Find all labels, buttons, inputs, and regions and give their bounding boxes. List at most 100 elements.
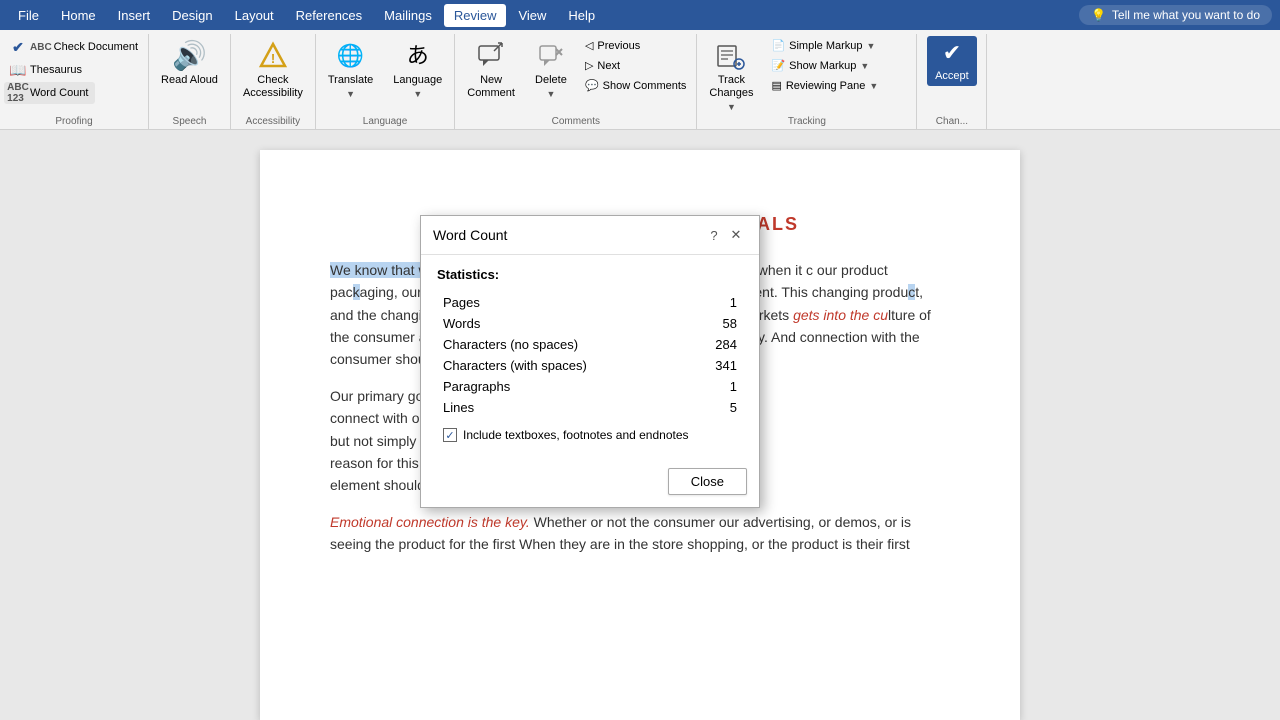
proofing-group: ✔ ABC Check Document 📖 Thesaurus ABC123 …	[0, 34, 149, 129]
menu-home[interactable]: Home	[51, 4, 106, 27]
stat-paragraphs: Paragraphs 1	[437, 376, 743, 397]
word-count-label: Word Count	[30, 87, 89, 99]
check-accessibility-button[interactable]: ! CheckAccessibility	[235, 36, 311, 104]
document-area: MARKETING SEGMENT GOALS We know that whe…	[0, 130, 1280, 720]
changes-group: ✔ Accept Chan...	[917, 34, 987, 129]
dialog-help-button[interactable]: ?	[703, 224, 725, 246]
stat-chars-with-spaces-value: 341	[689, 355, 743, 376]
comments-label: Comments	[455, 116, 696, 127]
delete-icon	[535, 40, 567, 72]
show-markup-icon: 📝	[771, 59, 785, 72]
word-count-dialog: Word Count ? ✕ Statistics: Pages 1 Words…	[420, 215, 760, 508]
language-icon: あ	[402, 40, 434, 72]
proofing-label: Proofing	[0, 116, 148, 127]
comments-group: NewComment Delete ▼ ◁ Previous	[455, 34, 697, 129]
stat-paragraphs-label: Paragraphs	[437, 376, 689, 397]
check-accessibility-label: CheckAccessibility	[243, 74, 303, 100]
menu-references[interactable]: References	[286, 4, 372, 27]
accept-icon: ✔	[943, 40, 961, 66]
ribbon: ✔ ABC Check Document 📖 Thesaurus ABC123 …	[0, 30, 1280, 130]
simple-markup-icon: 📄	[771, 39, 785, 52]
language-label: Language	[316, 116, 454, 127]
translate-button[interactable]: 🌐 Translate ▼	[320, 36, 381, 104]
language-button[interactable]: あ Language ▼	[385, 36, 450, 104]
stat-chars-no-spaces-value: 284	[689, 334, 743, 355]
thesaurus-button[interactable]: 📖 Thesaurus	[4, 59, 88, 81]
show-comments-icon: 💬	[585, 79, 599, 92]
check-document-icon: ✔	[10, 39, 26, 55]
speech-group: 🔊 Read Aloud Speech	[149, 34, 231, 129]
reviewing-pane-icon: ▤	[771, 79, 781, 92]
reviewing-pane-button[interactable]: ▤ Reviewing Pane ▼	[765, 76, 884, 95]
thesaurus-icon: 📖	[10, 62, 26, 78]
stat-words: Words 58	[437, 313, 743, 334]
dialog-overlay: Word Count ? ✕ Statistics: Pages 1 Words…	[0, 130, 1280, 720]
tell-me-bar[interactable]: 💡 Tell me what you want to do	[1079, 5, 1272, 25]
check-document-label: Check Document	[54, 41, 138, 53]
reviewing-pane-label: Reviewing Pane	[786, 80, 866, 92]
word-count-icon: ABC123	[10, 85, 26, 101]
delete-button[interactable]: Delete ▼	[527, 36, 575, 104]
nav-col: ◁ Previous ▷ Next 💬 Show Comments	[579, 36, 692, 95]
read-aloud-icon: 🔊	[173, 40, 205, 72]
include-textboxes-label: Include textboxes, footnotes and endnote…	[463, 428, 689, 442]
track-changes-label: TrackChanges	[709, 74, 753, 100]
previous-button[interactable]: ◁ Previous	[579, 36, 692, 55]
language-arrow: ▼	[413, 89, 422, 100]
menu-layout[interactable]: Layout	[225, 4, 284, 27]
accept-button[interactable]: ✔ Accept	[927, 36, 977, 86]
translate-arrow: ▼	[346, 89, 355, 100]
stat-paragraphs-value: 1	[689, 376, 743, 397]
accessibility-group: ! CheckAccessibility Accessibility	[231, 34, 316, 129]
dialog-title-bar: Word Count ? ✕	[421, 216, 759, 255]
show-markup-label: Show Markup	[789, 60, 856, 72]
previous-icon: ◁	[585, 39, 593, 52]
translate-icon: 🌐	[335, 40, 367, 72]
svg-text:!: !	[271, 51, 275, 66]
read-aloud-label: Read Aloud	[161, 74, 218, 87]
simple-markup-button[interactable]: 📄 Simple Markup ▼	[765, 36, 884, 55]
menu-bar: File Home Insert Design Layout Reference…	[0, 0, 1280, 30]
dialog-close-x-button[interactable]: ✕	[725, 224, 747, 246]
track-changes-icon	[715, 40, 747, 72]
stat-lines-value: 5	[689, 397, 743, 418]
menu-mailings[interactable]: Mailings	[374, 4, 442, 27]
check-document-button[interactable]: ✔ ABC Check Document	[4, 36, 144, 58]
delete-label: Delete	[535, 74, 567, 87]
menu-help[interactable]: Help	[558, 4, 605, 27]
stat-lines: Lines 5	[437, 397, 743, 418]
stat-words-value: 58	[689, 313, 743, 334]
next-button[interactable]: ▷ Next	[579, 56, 692, 75]
menu-file[interactable]: File	[8, 4, 49, 27]
stat-chars-with-spaces-label: Characters (with spaces)	[437, 355, 689, 376]
show-comments-button[interactable]: 💬 Show Comments	[579, 76, 692, 95]
stat-pages: Pages 1	[437, 292, 743, 313]
menu-view[interactable]: View	[508, 4, 556, 27]
tracking-options-col: 📄 Simple Markup ▼ 📝 Show Markup ▼ ▤ Revi…	[765, 36, 884, 95]
menu-review[interactable]: Review	[444, 4, 507, 27]
dialog-body: Statistics: Pages 1 Words 58 Characters …	[421, 255, 759, 460]
stat-lines-label: Lines	[437, 397, 689, 418]
menu-insert[interactable]: Insert	[108, 4, 161, 27]
statistics-table: Pages 1 Words 58 Characters (no spaces) …	[437, 292, 743, 418]
check-accessibility-icon: !	[257, 40, 289, 72]
stat-words-label: Words	[437, 313, 689, 334]
changes-label: Chan...	[917, 116, 986, 127]
word-count-button[interactable]: ABC123 Word Count	[4, 82, 95, 104]
tracking-group: TrackChanges ▼ 📄 Simple Markup ▼ 📝 Show …	[697, 34, 917, 129]
read-aloud-button[interactable]: 🔊 Read Aloud	[153, 36, 226, 91]
dialog-footer: Close	[421, 460, 759, 507]
track-changes-button[interactable]: TrackChanges ▼	[701, 36, 761, 117]
include-textboxes-checkbox[interactable]: ✓	[443, 428, 457, 442]
new-comment-button[interactable]: NewComment	[459, 36, 523, 104]
menu-design[interactable]: Design	[162, 4, 222, 27]
stat-pages-value: 1	[689, 292, 743, 313]
language-label: Language	[393, 74, 442, 87]
dialog-close-button[interactable]: Close	[668, 468, 747, 495]
new-comment-icon	[475, 40, 507, 72]
next-icon: ▷	[585, 59, 593, 72]
new-comment-label: NewComment	[467, 74, 515, 100]
stat-chars-no-spaces: Characters (no spaces) 284	[437, 334, 743, 355]
show-markup-button[interactable]: 📝 Show Markup ▼	[765, 56, 884, 75]
language-group: 🌐 Translate ▼ あ Language ▼ Language	[316, 34, 455, 129]
